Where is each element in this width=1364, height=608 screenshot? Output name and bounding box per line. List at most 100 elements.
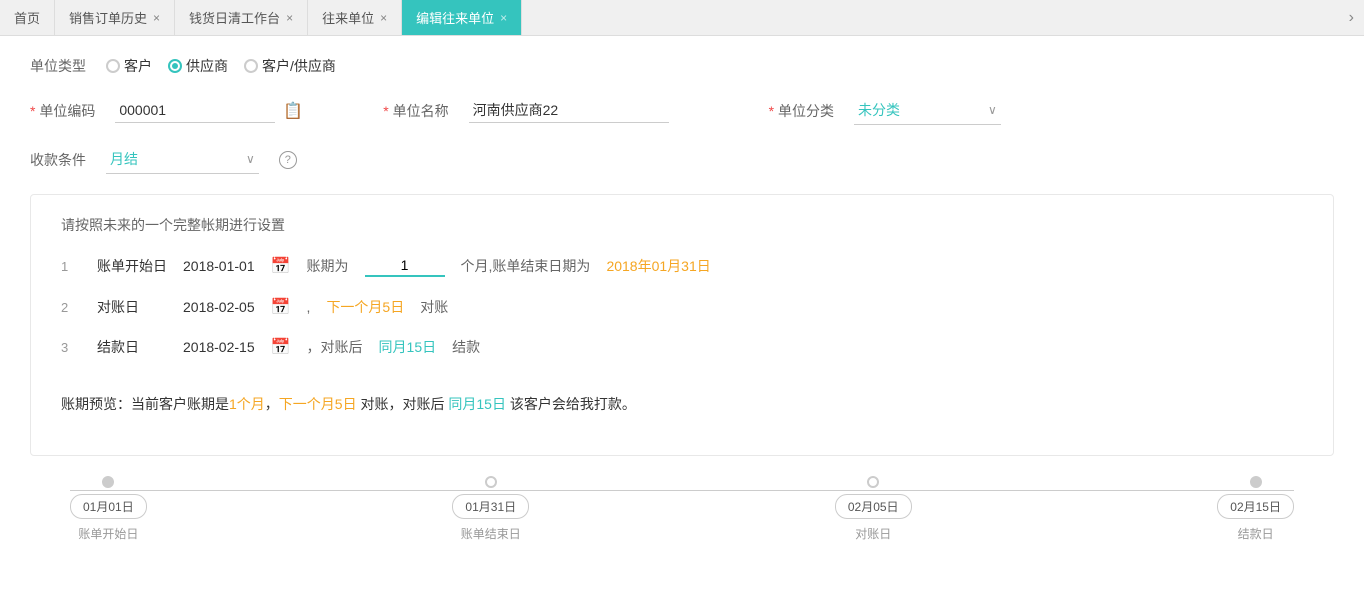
period-hint: 请按照未来的一个完整帐期进行设置 bbox=[61, 215, 1303, 235]
payment-select[interactable]: 月结 ∨ bbox=[106, 145, 259, 174]
tab-home[interactable]: 首页 bbox=[0, 0, 55, 35]
tab-partner-label: 往来单位 bbox=[322, 8, 374, 27]
period-date-1: 2018-01-01 bbox=[183, 258, 255, 274]
period-suffix-3-post: 结款 bbox=[452, 337, 480, 357]
radio-supplier[interactable]: 供应商 bbox=[168, 56, 228, 76]
timeline-label-1: 账单结束日 bbox=[461, 525, 521, 542]
period-label-1: 账单开始日 bbox=[97, 256, 167, 276]
timeline-dot-2 bbox=[867, 476, 879, 488]
period-highlight-3: 同月15日 bbox=[379, 337, 437, 357]
radio-customer-label: 客户 bbox=[124, 56, 152, 76]
timeline-label-2: 对账日 bbox=[855, 525, 891, 542]
radio-customer[interactable]: 客户 bbox=[106, 56, 152, 76]
main-content: 单位类型 客户 供应商 客户/供应商 单位编码 📋 单位名称 单位分类 bbox=[0, 36, 1364, 608]
tab-partner-close[interactable]: × bbox=[380, 11, 387, 25]
timeline-dot-1 bbox=[485, 476, 497, 488]
period-num-1: 1 bbox=[61, 259, 81, 274]
period-end-date: 2018年01月31日 bbox=[606, 256, 710, 276]
code-name-category-row: 单位编码 📋 单位名称 单位分类 未分类 ∨ bbox=[30, 96, 1334, 125]
name-label: 单位名称 bbox=[383, 101, 448, 121]
period-suffix-2-post: 对账 bbox=[420, 297, 448, 317]
preview-section: 账期预览：当前客户账期是1个月，下一个月5日 对账，对账后 同月15日 该客户会… bbox=[61, 377, 1303, 415]
tab-more-button[interactable]: › bbox=[1339, 0, 1364, 35]
timeline-item-1: 01月31日 账单结束日 bbox=[452, 476, 529, 542]
timeline-dot-end bbox=[1250, 476, 1262, 488]
tab-sales-history-close[interactable]: × bbox=[153, 11, 160, 25]
tab-sales-history-label: 销售订单历史 bbox=[69, 8, 147, 27]
period-highlight-2: 下一个月5日 bbox=[326, 297, 404, 317]
timeline-tag-2: 02月05日 bbox=[835, 494, 912, 519]
radio-customer-circle bbox=[106, 59, 120, 73]
period-calendar-3[interactable]: 📅 bbox=[271, 337, 291, 357]
radio-both[interactable]: 客户/供应商 bbox=[244, 56, 336, 76]
unit-type-row: 单位类型 客户 供应商 客户/供应商 bbox=[30, 56, 1334, 76]
period-calendar-1[interactable]: 📅 bbox=[271, 256, 291, 276]
timeline-label-0: 账单开始日 bbox=[78, 525, 138, 542]
code-field-group: 📋 bbox=[115, 98, 303, 123]
category-value: 未分类 bbox=[858, 100, 900, 120]
preview-text: 账期预览：当前客户账期是1个月，下一个月5日 对账，对账后 同月15日 该客户会… bbox=[61, 393, 1303, 415]
tab-bar: 首页 销售订单历史 × 钱货日清工作台 × 往来单位 × 编辑往来单位 × › bbox=[0, 0, 1364, 36]
timeline-item-0: 01月01日 账单开始日 bbox=[70, 476, 147, 542]
radio-both-circle bbox=[244, 59, 258, 73]
payment-help-icon[interactable]: ? bbox=[279, 151, 297, 169]
tab-edit-partner-label: 编辑往来单位 bbox=[416, 8, 494, 27]
preview-label: 账期预览：当前客户账期是 bbox=[61, 396, 229, 412]
code-label: 单位编码 bbox=[30, 101, 95, 121]
tab-edit-partner-close[interactable]: × bbox=[500, 11, 507, 25]
code-copy-icon[interactable]: 📋 bbox=[283, 101, 303, 121]
preview-part5: 同月15日 bbox=[448, 396, 506, 412]
period-num-3: 3 bbox=[61, 340, 81, 355]
period-suffix-3-pre: ，对账后 bbox=[307, 337, 363, 357]
radio-supplier-circle bbox=[168, 59, 182, 73]
name-input[interactable] bbox=[469, 98, 669, 123]
unit-type-label: 单位类型 bbox=[30, 56, 86, 76]
period-date-3: 2018-02-15 bbox=[183, 339, 255, 355]
unit-type-radio-group: 客户 供应商 客户/供应商 bbox=[106, 56, 336, 76]
period-box: 请按照未来的一个完整帐期进行设置 1 账单开始日 2018-01-01 📅 账期… bbox=[30, 194, 1334, 456]
payment-label: 收款条件 bbox=[30, 150, 86, 170]
preview-part1: 1个月 bbox=[229, 396, 265, 412]
tab-edit-partner[interactable]: 编辑往来单位 × bbox=[402, 0, 522, 35]
tab-cash-work-label: 钱货日清工作台 bbox=[189, 8, 280, 27]
period-value-input[interactable] bbox=[365, 255, 445, 277]
tab-cash-work-close[interactable]: × bbox=[286, 11, 293, 25]
category-chevron-icon: ∨ bbox=[988, 103, 997, 117]
timeline-item-3: 02月15日 结款日 bbox=[1217, 476, 1294, 542]
tab-partner[interactable]: 往来单位 × bbox=[308, 0, 402, 35]
payment-value: 月结 bbox=[110, 149, 138, 169]
tab-sales-history[interactable]: 销售订单历史 × bbox=[55, 0, 175, 35]
radio-both-label: 客户/供应商 bbox=[262, 56, 336, 76]
period-label-3: 结款日 bbox=[97, 337, 167, 357]
period-row-2: 2 对账日 2018-02-05 📅 , 下一个月5日 对账 bbox=[61, 297, 1303, 317]
preview-part3: 下一个月5日 bbox=[279, 396, 357, 412]
timeline-container: 01月01日 账单开始日 01月31日 账单结束日 02月05日 对账日 02月… bbox=[30, 476, 1334, 542]
payment-chevron-icon: ∨ bbox=[246, 152, 255, 166]
period-after-1: 个月,账单结束日期为 bbox=[461, 256, 591, 276]
timeline-item-2: 02月05日 对账日 bbox=[835, 476, 912, 542]
radio-supplier-label: 供应商 bbox=[186, 56, 228, 76]
period-calendar-2[interactable]: 📅 bbox=[271, 297, 291, 317]
timeline-tag-3: 02月15日 bbox=[1217, 494, 1294, 519]
period-row-1: 1 账单开始日 2018-01-01 📅 账期为 个月,账单结束日期为 2018… bbox=[61, 255, 1303, 277]
period-before-1: 账期为 bbox=[307, 256, 349, 276]
preview-part4: 对账，对账后 bbox=[357, 396, 449, 412]
preview-part6: 该客户会给我打款。 bbox=[506, 396, 636, 412]
period-date-2: 2018-02-05 bbox=[183, 299, 255, 315]
tab-cash-work[interactable]: 钱货日清工作台 × bbox=[175, 0, 308, 35]
category-select[interactable]: 未分类 ∨ bbox=[854, 96, 1001, 125]
tab-home-label: 首页 bbox=[14, 8, 40, 27]
preview-part2: ， bbox=[265, 396, 279, 412]
category-label: 单位分类 bbox=[769, 101, 834, 121]
timeline-dot-start bbox=[102, 476, 114, 488]
timeline-label-3: 结款日 bbox=[1238, 525, 1274, 542]
code-input[interactable] bbox=[115, 98, 275, 123]
period-row-3: 3 结款日 2018-02-15 📅 ，对账后 同月15日 结款 bbox=[61, 337, 1303, 357]
period-num-2: 2 bbox=[61, 300, 81, 315]
period-label-2: 对账日 bbox=[97, 297, 167, 317]
timeline-items: 01月01日 账单开始日 01月31日 账单结束日 02月05日 对账日 02月… bbox=[70, 476, 1294, 542]
payment-row: 收款条件 月结 ∨ ? bbox=[30, 145, 1334, 174]
period-suffix-2-pre: , bbox=[307, 299, 311, 315]
timeline-tag-0: 01月01日 bbox=[70, 494, 147, 519]
timeline-tag-1: 01月31日 bbox=[452, 494, 529, 519]
